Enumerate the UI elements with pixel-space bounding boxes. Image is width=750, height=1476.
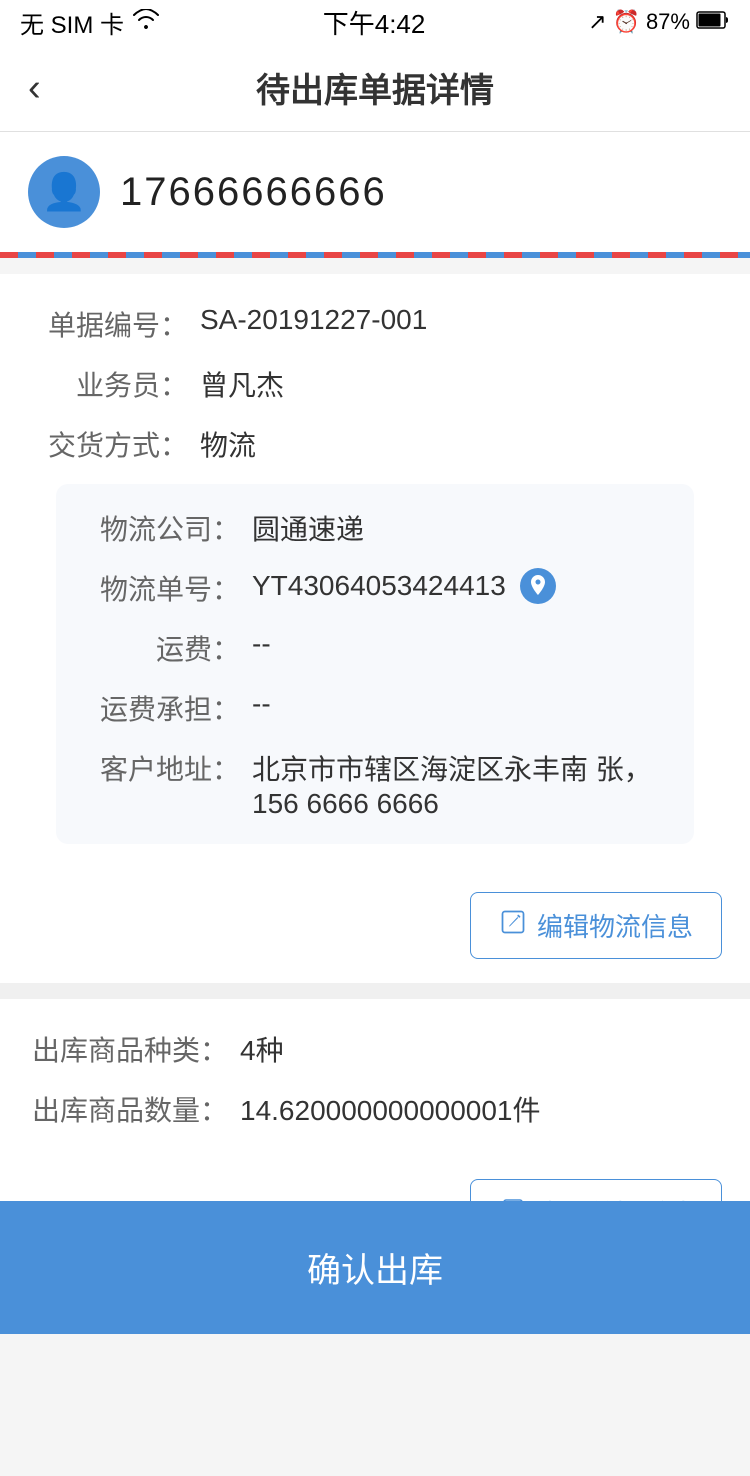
battery-icon (696, 9, 730, 35)
confirm-btn-container: 确认出库 (0, 1201, 750, 1334)
goods-quantity-row: 出库商品数量： 14.620000000000001件 (28, 1089, 722, 1129)
salesman-label: 业务员： (28, 364, 188, 404)
edit-logistics-button[interactable]: 编辑物流信息 (470, 892, 722, 959)
freight-value: -- (240, 628, 670, 660)
status-bar: 无 SIM 卡 下午4:42 ↗ ⏰ 87% (0, 0, 750, 44)
status-right: ↗ ⏰ 87% (588, 9, 730, 35)
tracking-value: YT43064053424413 (252, 570, 506, 602)
basic-info-section: 单据编号： SA-20191227-001 业务员： 曾凡杰 交货方式： 物流 … (0, 274, 750, 892)
carrier-label: 无 SIM 卡 (20, 5, 124, 40)
freight-row: 运费： -- (80, 628, 670, 668)
section-divider (0, 983, 750, 999)
logistics-company-label: 物流公司： (80, 508, 240, 548)
freight-bearer-label: 运费承担： (80, 688, 240, 728)
user-header: 👤 17666666666 (0, 132, 750, 252)
order-no-label: 单据编号： (28, 304, 188, 344)
page-title: 待出库单据详情 (256, 63, 494, 112)
delivery-label: 交货方式： (28, 424, 188, 464)
status-left: 无 SIM 卡 (20, 5, 160, 40)
goods-type-row: 出库商品种类： 4种 (28, 1029, 722, 1069)
freight-label: 运费： (80, 628, 240, 668)
edit-btn-label: 编辑物流信息 (537, 907, 693, 944)
back-button[interactable]: ‹ (28, 69, 41, 107)
goods-type-label: 出库商品种类： (28, 1029, 228, 1069)
dashed-separator (0, 252, 750, 258)
status-time: 下午4:42 (323, 4, 426, 41)
goods-quantity-value: 14.620000000000001件 (228, 1089, 541, 1129)
edit-icon (499, 908, 527, 943)
tracking-value-container: YT43064053424413 (240, 568, 670, 604)
edit-btn-container: 编辑物流信息 (0, 892, 750, 983)
goods-quantity-label: 出库商品数量： (28, 1089, 228, 1129)
address-row: 客户地址： 北京市市辖区海淀区永丰南 张，156 6666 6666 (80, 748, 670, 820)
user-phone: 17666666666 (120, 170, 387, 215)
alarm-icon: ⏰ (613, 9, 640, 35)
tracking-label: 物流单号： (80, 568, 240, 608)
address-label: 客户地址： (80, 748, 240, 788)
nav-bar: ‹ 待出库单据详情 (0, 44, 750, 132)
tracking-row: 物流单号： YT43064053424413 (80, 568, 670, 608)
salesman-value: 曾凡杰 (188, 364, 722, 404)
avatar-icon: 👤 (42, 171, 87, 213)
location-icon[interactable] (520, 568, 556, 604)
avatar: 👤 (28, 156, 100, 228)
wifi-icon (132, 8, 160, 36)
goods-type-value: 4种 (228, 1029, 284, 1069)
location-icon: ↗ (588, 9, 606, 35)
logistics-company-value: 圆通速递 (240, 508, 670, 548)
address-value: 北京市市辖区海淀区永丰南 张，156 6666 6666 (240, 748, 670, 820)
confirm-button[interactable]: 确认出库 (0, 1221, 750, 1314)
delivery-value: 物流 (188, 424, 722, 464)
order-no-row: 单据编号： SA-20191227-001 (28, 304, 722, 344)
logistics-company-row: 物流公司： 圆通速递 (80, 508, 670, 548)
order-no-value: SA-20191227-001 (188, 304, 722, 336)
salesman-row: 业务员： 曾凡杰 (28, 364, 722, 404)
battery-label: 87% (646, 9, 690, 35)
freight-bearer-row: 运费承担： -- (80, 688, 670, 728)
freight-bearer-value: -- (240, 688, 670, 720)
goods-section: 出库商品种类： 4种 出库商品数量： 14.620000000000001件 (0, 999, 750, 1169)
logistics-card: 物流公司： 圆通速递 物流单号： YT43064053424413 运费： --… (56, 484, 694, 844)
delivery-row: 交货方式： 物流 (28, 424, 722, 464)
